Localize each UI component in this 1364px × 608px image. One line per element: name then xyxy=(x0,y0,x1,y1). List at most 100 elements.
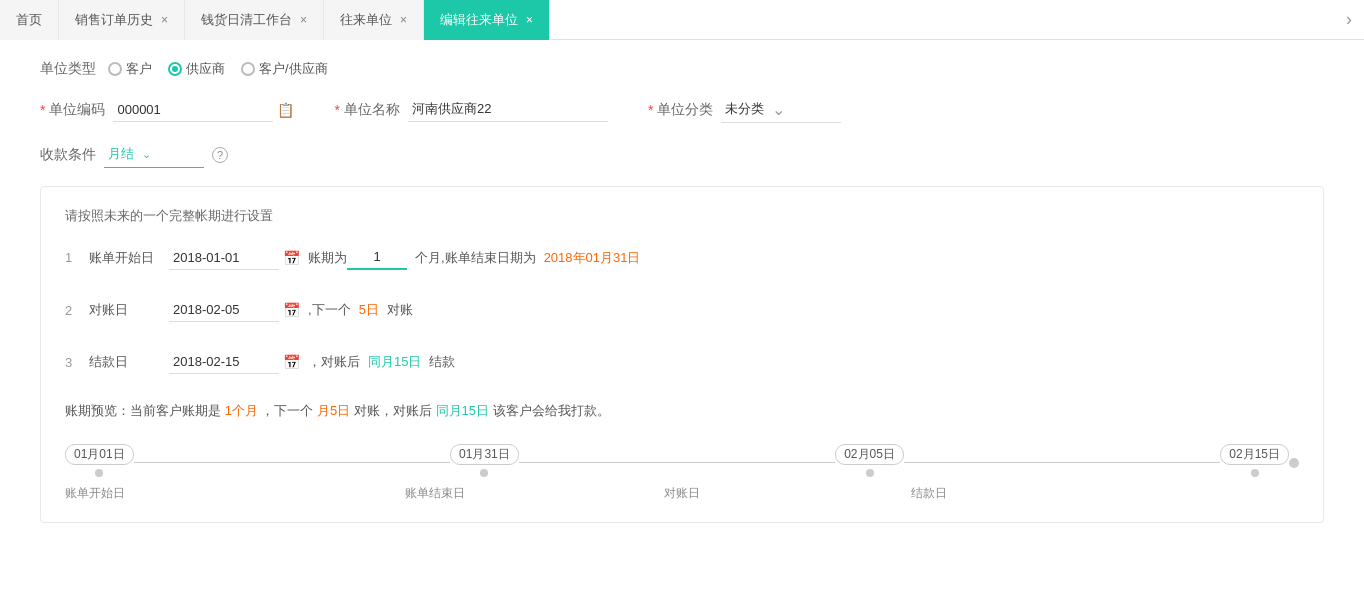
close-icon[interactable]: × xyxy=(300,13,307,27)
tab-cash-workbench-label: 钱货日清工作台 xyxy=(201,11,292,29)
setting-row-3: 3 结款日 📅 ，对账后 同月15日 结款 xyxy=(65,350,1299,374)
preview-section: 账期预览：当前客户账期是 1个月 ，下一个 月5日 对账，对账后 同月15日 该… xyxy=(65,402,1299,502)
row2-desc-suffix: 对账 xyxy=(387,301,413,319)
timeline-badge-0: 01月01日 xyxy=(65,444,134,465)
period-input[interactable] xyxy=(347,245,407,270)
unit-name-group: * 单位名称 xyxy=(334,98,607,122)
required-star: * xyxy=(40,102,45,118)
help-icon[interactable]: ? xyxy=(212,147,228,163)
timeline-dot-0 xyxy=(95,469,103,477)
timeline-label-1: 账单结束日 xyxy=(312,485,559,502)
unit-classify-select[interactable]: 未分类 ⌄ xyxy=(721,96,841,123)
tabs-bar: 首页 销售订单历史 × 钱货日清工作台 × 往来单位 × 编辑往来单位 × › xyxy=(0,0,1364,40)
required-star: * xyxy=(648,102,653,118)
calendar-icon[interactable]: 📅 xyxy=(283,354,300,370)
unit-name-label: 单位名称 xyxy=(344,101,400,119)
reconcile-date-input[interactable] xyxy=(169,298,279,322)
radio-supplier[interactable]: 供应商 xyxy=(168,60,225,78)
tab-sales-history[interactable]: 销售订单历史 × xyxy=(59,0,185,40)
radio-both[interactable]: 客户/供应商 xyxy=(241,60,328,78)
row1-end-date: 2018年01月31日 xyxy=(544,249,641,267)
timeline: 01月01日 01月31日 02月05日 02月15 xyxy=(65,444,1299,502)
unit-type-row: 单位类型 客户 供应商 客户/供应商 xyxy=(40,60,1324,78)
timeline-node-1: 01月31日 xyxy=(450,444,519,481)
unit-code-group: * 单位编码 📋 xyxy=(40,98,294,122)
radio-supplier-label: 供应商 xyxy=(186,60,225,78)
required-star: * xyxy=(334,102,339,118)
card-hint: 请按照未来的一个完整帐期进行设置 xyxy=(65,207,1299,225)
start-date-input[interactable] xyxy=(169,246,279,270)
timeline-segment-1 xyxy=(134,462,450,463)
timeline-label-3: 结款日 xyxy=(805,485,1052,502)
unit-classify-label: 单位分类 xyxy=(657,101,713,119)
radio-both-label: 客户/供应商 xyxy=(259,60,328,78)
timeline-label-0: 账单开始日 xyxy=(65,485,312,502)
preview-label: 账期预览：当前客户账期是 1个月 ，下一个 月5日 对账，对账后 同月15日 该… xyxy=(65,402,1299,420)
preview-highlight2: 月5日 xyxy=(317,403,350,418)
timeline-node-3: 02月15日 xyxy=(1220,444,1289,481)
tab-more-button[interactable]: › xyxy=(1334,9,1364,30)
settlement-date-input[interactable] xyxy=(169,350,279,374)
tab-home-label: 首页 xyxy=(16,11,42,29)
timeline-node-2: 02月05日 xyxy=(835,444,904,481)
timeline-label-2: 对账日 xyxy=(559,485,806,502)
preview-prefix: 账期预览：当前客户账期是 xyxy=(65,403,221,418)
timeline-dot-3 xyxy=(1251,469,1259,477)
row-label-2: 对账日 xyxy=(89,301,169,319)
preview-mid1: ，下一个 xyxy=(261,403,313,418)
unit-classify-group: * 单位分类 未分类 ⌄ xyxy=(648,96,841,123)
close-icon[interactable]: × xyxy=(400,13,407,27)
tab-sales-history-label: 销售订单历史 xyxy=(75,11,153,29)
radio-supplier-circle xyxy=(168,62,182,76)
calendar-icon[interactable]: 📅 xyxy=(283,302,300,318)
setting-row-1: 1 账单开始日 📅 账期为 个月,账单结束日期为 2018年01月31日 xyxy=(65,245,1299,270)
timeline-badge-1: 01月31日 xyxy=(450,444,519,465)
row2-highlight: 5日 xyxy=(359,301,379,319)
timeline-node-0: 01月01日 xyxy=(65,444,134,481)
row3-desc-suffix: 结款 xyxy=(429,353,455,371)
radio-customer-label: 客户 xyxy=(126,60,152,78)
radio-both-circle xyxy=(241,62,255,76)
preview-mid2: 对账，对账后 xyxy=(354,403,432,418)
payment-terms-value: 月结 xyxy=(104,141,138,167)
tab-edit-partner[interactable]: 编辑往来单位 × xyxy=(424,0,550,40)
timeline-dot-2 xyxy=(866,469,874,477)
payment-terms-row: 收款条件 月结 ⌄ ? xyxy=(40,141,1324,168)
preview-highlight3: 同月15日 xyxy=(436,403,489,418)
row3-highlight: 同月15日 xyxy=(368,353,421,371)
unit-type-label: 单位类型 xyxy=(40,60,96,78)
close-icon[interactable]: × xyxy=(161,13,168,27)
calendar-icon[interactable]: 📅 xyxy=(283,250,300,266)
timeline-bottom-row: 账单开始日 账单结束日 对账日 结款日 xyxy=(65,485,1299,502)
tab-cash-workbench[interactable]: 钱货日清工作台 × xyxy=(185,0,324,40)
preview-highlight1: 1个月 xyxy=(225,403,258,418)
row-num-3: 3 xyxy=(65,355,89,370)
timeline-top-row: 01月01日 01月31日 02月05日 02月15 xyxy=(65,444,1299,481)
tab-edit-partner-label: 编辑往来单位 xyxy=(440,11,518,29)
unit-code-input[interactable] xyxy=(113,98,273,122)
payment-terms-label: 收款条件 xyxy=(40,146,96,164)
unit-type-radio-group: 客户 供应商 客户/供应商 xyxy=(108,60,328,78)
row1-desc-prefix: 账期为 xyxy=(308,249,347,267)
timeline-end-dot xyxy=(1289,458,1299,468)
row-num-1: 1 xyxy=(65,250,89,265)
timeline-segment-2 xyxy=(519,462,835,463)
chevron-down-icon: ⌄ xyxy=(772,100,785,119)
tab-home[interactable]: 首页 xyxy=(0,0,59,40)
unit-name-input[interactable] xyxy=(408,98,608,122)
tab-partner-unit[interactable]: 往来单位 × xyxy=(324,0,424,40)
row1-desc-suffix: 个月,账单结束日期为 xyxy=(415,249,536,267)
timeline-label-4 xyxy=(1052,485,1299,502)
close-icon[interactable]: × xyxy=(526,13,533,27)
unit-classify-value: 未分类 xyxy=(721,96,768,122)
main-content: 单位类型 客户 供应商 客户/供应商 * 单位编码 📋 * 单位名称 xyxy=(0,40,1364,608)
radio-customer[interactable]: 客户 xyxy=(108,60,152,78)
timeline-dot-1 xyxy=(480,469,488,477)
row-num-2: 2 xyxy=(65,303,89,318)
payment-terms-select[interactable]: 月结 ⌄ xyxy=(104,141,204,168)
copy-icon[interactable]: 📋 xyxy=(277,102,294,118)
setting-row-2: 2 对账日 📅 ,下一个 5日 对账 xyxy=(65,298,1299,322)
row2-desc-prefix: ,下一个 xyxy=(308,301,351,319)
tab-partner-unit-label: 往来单位 xyxy=(340,11,392,29)
unit-info-row: * 单位编码 📋 * 单位名称 * 单位分类 未分类 ⌄ xyxy=(40,96,1324,123)
